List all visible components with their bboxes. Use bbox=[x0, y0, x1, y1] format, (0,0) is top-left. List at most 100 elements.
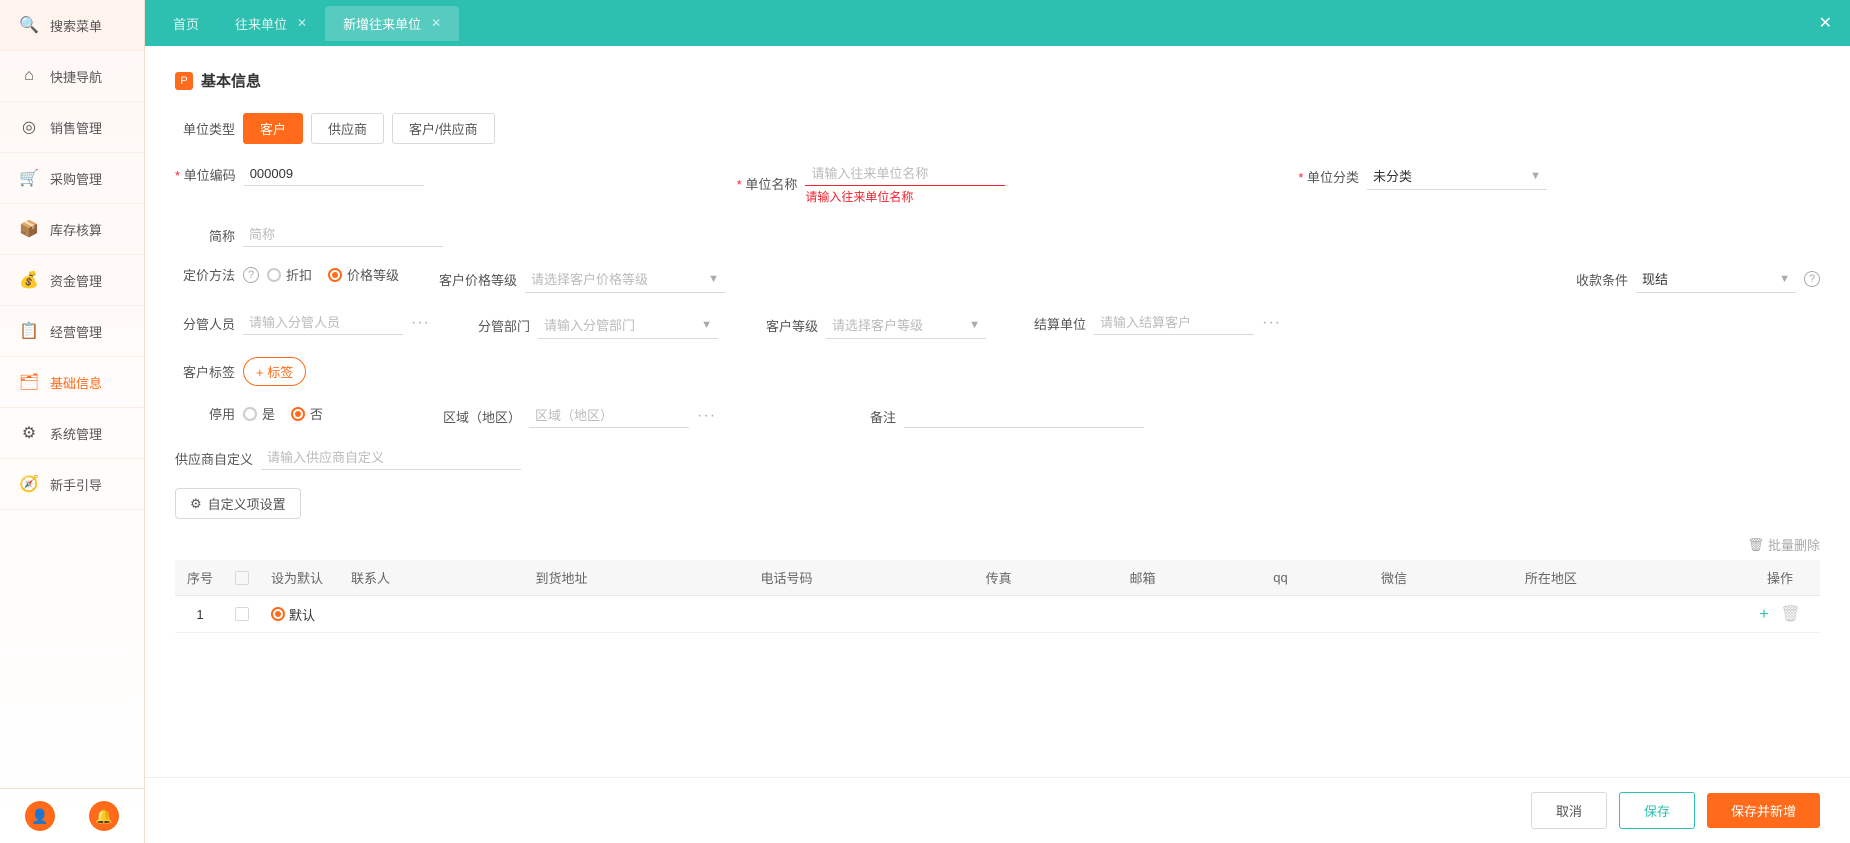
unit-type-label: 单位类型 bbox=[175, 119, 235, 138]
th-email: 邮箱 bbox=[1119, 560, 1263, 596]
manager-label: 分管人员 bbox=[175, 314, 235, 333]
sidebar-label-quick-nav: 快捷导航 bbox=[50, 67, 102, 86]
notification-icon[interactable]: 🔔 bbox=[89, 801, 119, 831]
tab-new-partner[interactable]: 新增往来单位 ✕ bbox=[325, 6, 459, 41]
th-contact: 联系人 bbox=[341, 560, 525, 596]
row-fax bbox=[976, 596, 1120, 633]
th-area: 所在地区 bbox=[1515, 560, 1740, 596]
sidebar-item-system[interactable]: ⚙ 系统管理 bbox=[0, 408, 144, 459]
tab-partner-label: 往来单位 bbox=[235, 14, 287, 33]
unit-category-select[interactable]: 未分类 ▼ bbox=[1367, 162, 1547, 190]
th-check bbox=[225, 560, 261, 596]
settlement-field: 结算单位 ··· bbox=[1026, 311, 1281, 335]
unit-btn-supplier[interactable]: 供应商 bbox=[311, 113, 384, 144]
manager-input[interactable] bbox=[243, 311, 403, 335]
th-qq: qq bbox=[1263, 560, 1371, 596]
custom-settings-button[interactable]: ⚙ 自定义项设置 bbox=[175, 488, 301, 519]
delete-row-icon[interactable]: 🗑 bbox=[1780, 606, 1800, 623]
add-tag-button[interactable]: + 标签 bbox=[243, 357, 306, 386]
select-all-checkbox[interactable] bbox=[235, 571, 249, 585]
operation-icon: 📋 bbox=[18, 320, 40, 342]
user-avatar[interactable]: 👤 bbox=[25, 801, 55, 831]
dept-chevron-icon: ▼ bbox=[701, 319, 712, 331]
customer-price-level-field: 客户价格等级 请选择客户价格等级 ▼ bbox=[439, 265, 1528, 293]
chevron-down-icon: ▼ bbox=[1530, 170, 1541, 182]
tab-home-label: 首页 bbox=[173, 14, 199, 33]
manager-more-icon[interactable]: ··· bbox=[411, 314, 430, 332]
short-name-field: 简称 bbox=[175, 223, 1820, 247]
tab-new-partner-close[interactable]: ✕ bbox=[431, 16, 441, 30]
short-name-input[interactable] bbox=[243, 223, 443, 247]
sidebar-item-purchase[interactable]: 🛒 采购管理 bbox=[0, 153, 144, 204]
payment-help-icon[interactable]: ? bbox=[1804, 271, 1820, 287]
sidebar-item-basic[interactable]: 🗂 基础信息 bbox=[0, 357, 144, 408]
unit-code-label: 单位编码 bbox=[175, 165, 236, 184]
settlement-input[interactable] bbox=[1094, 311, 1254, 335]
sidebar-item-quick-nav[interactable]: ⌂ 快捷导航 bbox=[0, 51, 144, 102]
supplier-custom-input[interactable] bbox=[261, 446, 521, 470]
tab-partner[interactable]: 往来单位 ✕ bbox=[217, 6, 325, 41]
customer-level-field: 客户等级 请选择客户等级 ▼ bbox=[758, 311, 986, 339]
sidebar-bottom: 👤 🔔 bbox=[0, 788, 144, 843]
save-new-button[interactable]: 保存并新增 bbox=[1707, 793, 1820, 828]
unit-type-field: 单位类型 客户 供应商 客户/供应商 bbox=[175, 113, 1820, 144]
sidebar-label-system: 系统管理 bbox=[50, 424, 102, 443]
row-ops: + 🗑 bbox=[1740, 596, 1820, 633]
region-input[interactable] bbox=[529, 404, 689, 428]
customer-price-level-select[interactable]: 请选择客户价格等级 ▼ bbox=[525, 265, 725, 293]
window-close-button[interactable]: ✕ bbox=[1811, 9, 1840, 37]
manager-field: 分管人员 ··· bbox=[175, 311, 430, 335]
batch-delete-button[interactable]: 🗑 批量删除 bbox=[1747, 535, 1820, 554]
remark-input[interactable] bbox=[904, 404, 1144, 428]
region-more-icon[interactable]: ··· bbox=[697, 407, 716, 425]
dept-select[interactable]: 请输入分管部门 ▼ bbox=[538, 311, 718, 339]
sidebar-search[interactable]: 🔍 搜索菜单 bbox=[0, 0, 144, 51]
sidebar-label-inventory: 库存核算 bbox=[50, 220, 102, 239]
radio-no[interactable]: 否 bbox=[291, 404, 323, 423]
tab-partner-close[interactable]: ✕ bbox=[297, 16, 307, 30]
row-wechat bbox=[1371, 596, 1515, 633]
default-radio-circle[interactable] bbox=[271, 607, 285, 621]
form-content: P 基本信息 单位类型 客户 供应商 客户/供应商 单位编码 单位名称 bbox=[145, 46, 1850, 777]
manager-row: 分管人员 ··· 分管部门 请输入分管部门 ▼ 客户等级 请选择客户等级 ▼ 结… bbox=[175, 311, 1820, 339]
unit-btn-both[interactable]: 客户/供应商 bbox=[392, 113, 495, 144]
th-fax: 传真 bbox=[976, 560, 1120, 596]
unit-name-error: 请输入往来单位名称 bbox=[805, 188, 1258, 205]
disabled-row: 停用 是 否 区域（地区） ··· bbox=[175, 404, 1820, 428]
unit-code-input[interactable] bbox=[244, 162, 424, 186]
settlement-more-icon[interactable]: ··· bbox=[1262, 314, 1281, 332]
payment-terms-chevron-icon: ▼ bbox=[1779, 273, 1790, 285]
unit-btn-customer[interactable]: 客户 bbox=[243, 113, 303, 144]
sidebar-label-operation: 经营管理 bbox=[50, 322, 102, 341]
pricing-method-field: 定价方法 ? 折扣 价格等级 bbox=[175, 265, 399, 284]
unit-name-wrap: 请输入往来单位名称 bbox=[805, 162, 1258, 205]
sidebar-label-basic: 基础信息 bbox=[50, 373, 102, 392]
section-title: 基本信息 bbox=[201, 70, 261, 91]
save-button[interactable]: 保存 bbox=[1619, 792, 1695, 829]
tags-row: 客户标签 + 标签 bbox=[175, 357, 1820, 386]
radio-price-level[interactable]: 价格等级 bbox=[328, 265, 399, 284]
unit-name-input[interactable] bbox=[805, 162, 1005, 186]
payment-terms-select[interactable]: 现结 ▼ bbox=[1636, 265, 1796, 293]
disabled-radio-group: 是 否 bbox=[243, 404, 323, 423]
tab-home[interactable]: 首页 bbox=[155, 6, 217, 41]
cancel-button[interactable]: 取消 bbox=[1531, 792, 1607, 829]
sidebar-item-guide[interactable]: 🧭 新手引导 bbox=[0, 459, 144, 510]
customer-level-select[interactable]: 请选择客户等级 ▼ bbox=[826, 311, 986, 339]
add-row-icon[interactable]: + bbox=[1759, 606, 1768, 623]
radio-yes[interactable]: 是 bbox=[243, 404, 275, 423]
radio-price-level-circle bbox=[328, 268, 342, 282]
sidebar-search-label: 搜索菜单 bbox=[50, 16, 102, 35]
sidebar-item-sales[interactable]: ◎ 销售管理 bbox=[0, 102, 144, 153]
sidebar-item-operation[interactable]: 📋 经营管理 bbox=[0, 306, 144, 357]
pricing-help-icon[interactable]: ? bbox=[243, 267, 259, 283]
sidebar-item-finance[interactable]: 💰 资金管理 bbox=[0, 255, 144, 306]
sidebar-item-inventory[interactable]: 📦 库存核算 bbox=[0, 204, 144, 255]
gear-icon: ⚙ bbox=[190, 496, 202, 512]
radio-discount[interactable]: 折扣 bbox=[267, 265, 312, 284]
row-checkbox[interactable] bbox=[235, 607, 249, 621]
sidebar-label-sales: 销售管理 bbox=[50, 118, 102, 137]
th-wechat: 微信 bbox=[1371, 560, 1515, 596]
settlement-label: 结算单位 bbox=[1026, 314, 1086, 333]
payment-terms-value: 现结 bbox=[1642, 269, 1668, 288]
